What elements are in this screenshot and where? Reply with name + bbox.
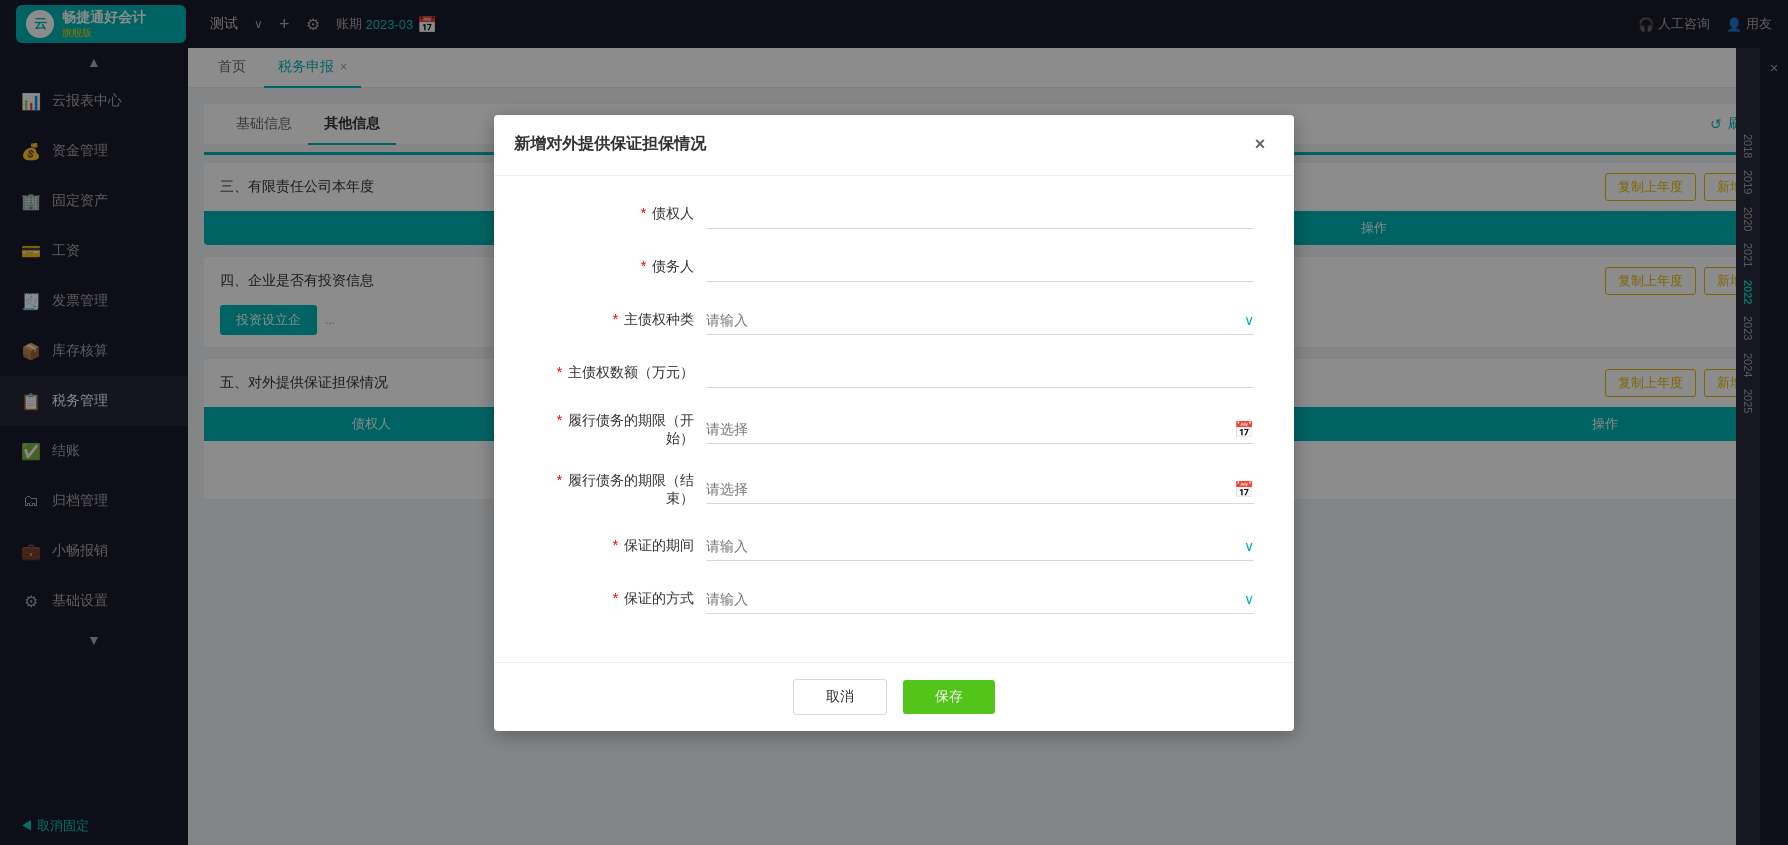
required-star-period-end: * — [557, 472, 562, 488]
required-star-claim-amount: * — [557, 364, 562, 380]
label-claim-type: * 主债权种类 — [534, 311, 694, 329]
calendar-icon-period-end[interactable]: 📅 — [1234, 480, 1254, 499]
chevron-down-icon-guarantee-period: ∨ — [1244, 538, 1254, 554]
cancel-button[interactable]: 取消 — [793, 679, 887, 715]
label-guarantee-period: * 保证的期间 — [534, 537, 694, 555]
chevron-down-icon-guarantee-method: ∨ — [1244, 591, 1254, 607]
modal-title: 新增对外提供保证担保情况 — [514, 134, 706, 155]
form-row-period-end: * 履行债务的期限（结束） 📅 — [534, 472, 1254, 508]
form-row-guarantee-period: * 保证的期间 ∨ — [534, 532, 1254, 561]
select-wrapper-claim-type: ∨ — [706, 306, 1254, 335]
required-star-debtor: * — [641, 258, 646, 274]
modal-body: * 债权人 * 债务人 * 主债权种类 — [494, 176, 1294, 662]
required-star-period-start: * — [557, 412, 562, 428]
form-row-guarantee-method: * 保证的方式 ∨ — [534, 585, 1254, 614]
chevron-down-icon-claim-type: ∨ — [1244, 312, 1254, 328]
select-claim-type[interactable] — [706, 306, 1244, 334]
label-creditor: * 债权人 — [534, 205, 694, 223]
save-button[interactable]: 保存 — [903, 680, 995, 714]
required-star-claim-type: * — [613, 311, 618, 327]
modal-dialog: 新增对外提供保证担保情况 × * 债权人 * 债务人 — [494, 115, 1294, 731]
modal-header: 新增对外提供保证担保情况 × — [494, 115, 1294, 176]
label-period-start: * 履行债务的期限（开始） — [534, 412, 694, 448]
select-guarantee-period[interactable] — [706, 532, 1244, 560]
input-debtor[interactable] — [706, 253, 1254, 282]
label-period-end: * 履行债务的期限（结束） — [534, 472, 694, 508]
input-creditor[interactable] — [706, 200, 1254, 229]
modal-close-button[interactable]: × — [1246, 131, 1274, 159]
label-debtor: * 债务人 — [534, 258, 694, 276]
calendar-icon-period-start[interactable]: 📅 — [1234, 420, 1254, 439]
form-row-period-start: * 履行债务的期限（开始） 📅 — [534, 412, 1254, 448]
label-claim-amount: * 主债权数额（万元） — [534, 364, 694, 382]
required-star-guarantee-method: * — [613, 590, 618, 606]
form-row-claim-amount: * 主债权数额（万元） — [534, 359, 1254, 388]
date-input-period-start[interactable] — [706, 415, 1234, 443]
form-row-debtor: * 债务人 — [534, 253, 1254, 282]
required-star-creditor: * — [641, 205, 646, 221]
date-wrapper-period-end: 📅 — [706, 475, 1254, 504]
select-guarantee-method[interactable] — [706, 585, 1244, 613]
select-wrapper-guarantee-method: ∨ — [706, 585, 1254, 614]
input-claim-amount[interactable] — [706, 359, 1254, 388]
form-row-claim-type: * 主债权种类 ∨ — [534, 306, 1254, 335]
select-wrapper-guarantee-period: ∨ — [706, 532, 1254, 561]
date-input-period-end[interactable] — [706, 475, 1234, 503]
modal-overlay: 新增对外提供保证担保情况 × * 债权人 * 债务人 — [0, 0, 1788, 845]
required-star-guarantee-period: * — [613, 537, 618, 553]
label-guarantee-method: * 保证的方式 — [534, 590, 694, 608]
modal-footer: 取消 保存 — [494, 662, 1294, 731]
date-wrapper-period-start: 📅 — [706, 415, 1254, 444]
form-row-creditor: * 债权人 — [534, 200, 1254, 229]
